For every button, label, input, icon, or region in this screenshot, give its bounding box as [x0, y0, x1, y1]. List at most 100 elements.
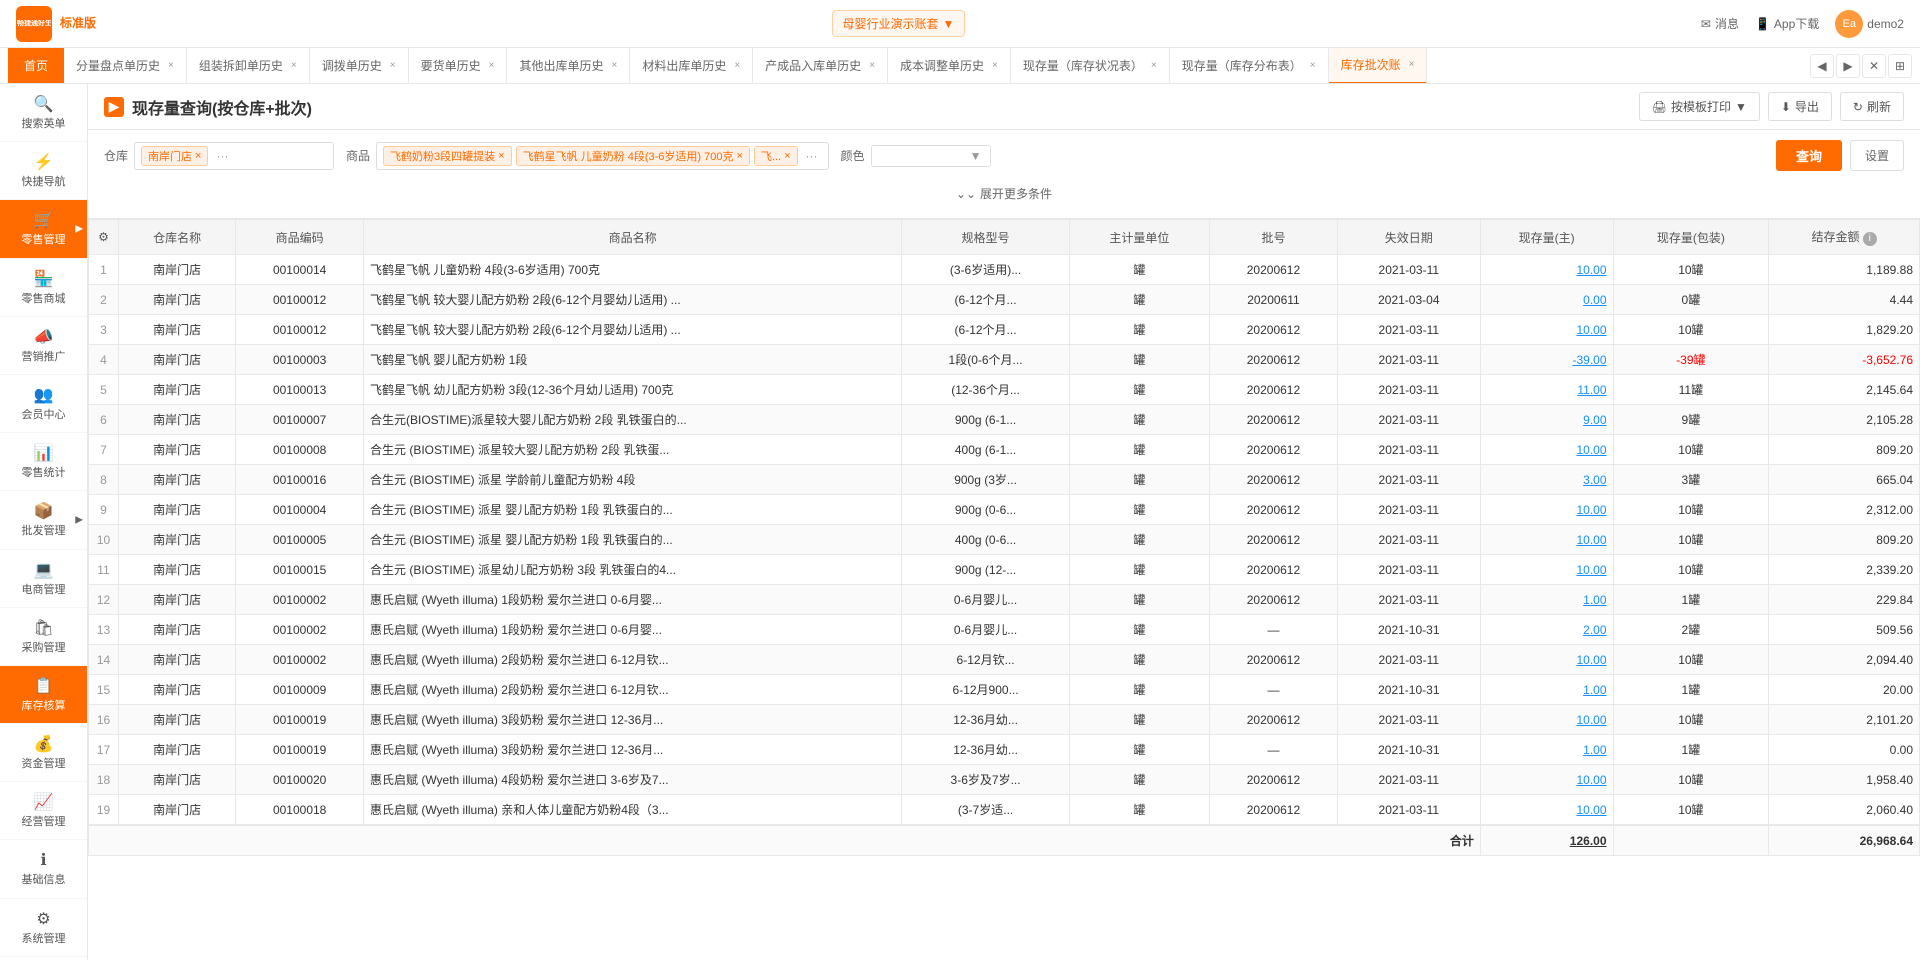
sidebar-item-search[interactable]: 🔍 搜索英单	[0, 84, 87, 142]
user-menu[interactable]: Ea demo2	[1835, 10, 1904, 38]
app-download-button[interactable]: 📱 App下载	[1755, 15, 1819, 32]
close-icon[interactable]: ×	[291, 60, 297, 71]
col-unit: 主计量单位	[1069, 220, 1209, 255]
sidebar-item-nav[interactable]: ⚡ 快捷导航	[0, 142, 87, 200]
tab-qitachu[interactable]: 其他出库单历史 ×	[507, 48, 630, 84]
cell-qty-main[interactable]: 1.00	[1480, 735, 1613, 765]
goods-tag-1[interactable]: 飞鹤奶粉3段四罐提装 ×	[383, 146, 512, 166]
tab-yaohuo[interactable]: 要货单历史 ×	[409, 48, 508, 84]
cell-qty-main[interactable]: 10.00	[1480, 435, 1613, 465]
close-icon[interactable]: ×	[1151, 60, 1157, 71]
warehouse-tag[interactable]: 南岸门店 ×	[141, 146, 208, 166]
color-select[interactable]: ▼	[871, 145, 991, 167]
tab-home[interactable]: 首页	[8, 48, 64, 84]
tab-prev-button[interactable]: ◀	[1810, 54, 1834, 78]
cell-qty-main[interactable]: 10.00	[1480, 765, 1613, 795]
tab-kucun[interactable]: 库存批次账 ×	[1329, 48, 1428, 84]
tab-more-button[interactable]: ⊞	[1888, 54, 1912, 78]
tab-xiancun1[interactable]: 现存量（库存状况表） ×	[1011, 48, 1170, 84]
cell-spec: 3-6岁及7岁...	[902, 765, 1069, 795]
sidebar-item-stats[interactable]: 📊 零售统计	[0, 433, 87, 491]
print-button[interactable]: 🖨 按模板打印 ▼	[1639, 92, 1760, 121]
goods-tag-3[interactable]: 飞... ×	[754, 146, 798, 166]
close-icon[interactable]: ×	[168, 60, 174, 71]
cell-amount: 1,958.40	[1769, 765, 1920, 795]
close-icon[interactable]: ×	[869, 60, 875, 71]
warehouse-more-dots[interactable]: ···	[212, 149, 232, 163]
tab-diaob[interactable]: 调拨单历史 ×	[310, 48, 409, 84]
close-icon[interactable]: ×	[489, 60, 495, 71]
cell-qty-main[interactable]: 10.00	[1480, 255, 1613, 285]
tab-xiancun2[interactable]: 现存量（库存分布表） ×	[1170, 48, 1329, 84]
cell-amount: 1,189.88	[1769, 255, 1920, 285]
cell-qty-main[interactable]: 0.00	[1480, 285, 1613, 315]
col-settings[interactable]: ⚙	[89, 220, 119, 255]
goods-more-dots[interactable]: ···	[802, 149, 822, 163]
amount-info-icon[interactable]: i	[1863, 232, 1877, 246]
goods-tag-2-remove[interactable]: ×	[736, 150, 742, 162]
cell-code: 00100002	[236, 615, 364, 645]
tab-fenliang[interactable]: 分量盘点单历史 ×	[64, 48, 187, 84]
cell-qty-main[interactable]: 10.00	[1480, 705, 1613, 735]
sidebar-item-inventory[interactable]: 📋 库存核算	[0, 666, 87, 724]
cell-qty-main[interactable]: 1.00	[1480, 585, 1613, 615]
cell-qty-main[interactable]: 11.00	[1480, 375, 1613, 405]
sidebar-item-purchase[interactable]: 🛍 采购管理	[0, 608, 87, 666]
sidebar-item-finance[interactable]: 💰 资金管理	[0, 724, 87, 782]
close-icon[interactable]: ×	[611, 60, 617, 71]
close-icon[interactable]: ×	[1409, 59, 1415, 70]
cell-qty-main[interactable]: 10.00	[1480, 555, 1613, 585]
sidebar-item-ecommerce[interactable]: 💻 电商管理	[0, 550, 87, 608]
close-icon[interactable]: ×	[734, 60, 740, 71]
close-icon[interactable]: ×	[390, 60, 396, 71]
cell-code: 00100012	[236, 285, 364, 315]
cell-batch: 20200612	[1210, 255, 1338, 285]
cell-expire: 2021-03-11	[1337, 795, 1480, 826]
sidebar-item-basic[interactable]: ℹ 基础信息	[0, 840, 87, 898]
query-button[interactable]: 查询	[1776, 140, 1842, 171]
sidebar-toggle-button[interactable]: ▶	[104, 97, 124, 117]
tab-close-button[interactable]: ✕	[1862, 54, 1886, 78]
cell-batch: 20200612	[1210, 345, 1338, 375]
goods-tag-1-remove[interactable]: ×	[498, 150, 504, 162]
sidebar-item-shop[interactable]: 🏪 零售商城	[0, 259, 87, 317]
warehouse-tag-remove[interactable]: ×	[195, 150, 201, 162]
export-button[interactable]: ⬇ 导出	[1768, 92, 1832, 121]
sidebar-item-wholesale[interactable]: 📦 批发管理 ▶	[0, 491, 87, 549]
tab-cailiao[interactable]: 材料出库单历史 ×	[630, 48, 753, 84]
cell-qty-main[interactable]: 3.00	[1480, 465, 1613, 495]
sidebar-item-operations[interactable]: 📈 经营管理	[0, 782, 87, 840]
sidebar-item-member[interactable]: 👥 会员中心	[0, 375, 87, 433]
goods-tag-area[interactable]: 飞鹤奶粉3段四罐提装 × 飞鹤星飞帆 儿童奶粉 4段(3-6岁适用) 700克 …	[376, 142, 828, 170]
cell-qty-main[interactable]: 10.00	[1480, 795, 1613, 826]
tab-chengben[interactable]: 成本调整单历史 ×	[888, 48, 1011, 84]
refresh-button[interactable]: ↻ 刷新	[1840, 92, 1904, 121]
cell-expire: 2021-03-11	[1337, 705, 1480, 735]
cell-qty-main[interactable]: 10.00	[1480, 645, 1613, 675]
close-icon[interactable]: ×	[992, 60, 998, 71]
sidebar-item-marketing[interactable]: 📣 营销推广	[0, 317, 87, 375]
tab-zuzhuang[interactable]: 组装拆卸单历史 ×	[187, 48, 310, 84]
warehouse-tag-area[interactable]: 南岸门店 × ···	[134, 142, 334, 170]
sidebar-item-retail-mgmt[interactable]: 🛒 零售管理 ▶	[0, 200, 87, 258]
goods-tag-2[interactable]: 飞鹤星飞帆 儿童奶粉 4段(3-6岁适用) 700克 ×	[516, 146, 750, 166]
tab-next-button[interactable]: ▶	[1836, 54, 1860, 78]
sidebar-item-system[interactable]: ⚙ 系统管理	[0, 899, 87, 957]
setting-button[interactable]: 设置	[1850, 140, 1904, 171]
cell-qty-main[interactable]: 2.00	[1480, 615, 1613, 645]
expand-more-conditions[interactable]: ⌄⌄ 展开更多条件	[104, 179, 1904, 208]
goods-tag-1-text: 飞鹤奶粉3段四罐提装	[390, 148, 495, 164]
tab-chancheng[interactable]: 产成品入库单历史 ×	[753, 48, 888, 84]
cell-qty-main[interactable]: 9.00	[1480, 405, 1613, 435]
cell-qty-main[interactable]: -39.00	[1480, 345, 1613, 375]
cell-qty-main[interactable]: 10.00	[1480, 525, 1613, 555]
close-icon[interactable]: ×	[1310, 60, 1316, 71]
table-row: 1 南岸门店 00100014 飞鹤星飞帆 儿童奶粉 4段(3-6岁适用) 70…	[89, 255, 1920, 285]
cell-qty-main[interactable]: 10.00	[1480, 495, 1613, 525]
workspace-dropdown[interactable]: 母婴行业演示账套 ▼	[832, 10, 966, 37]
messages-button[interactable]: ✉ 消息	[1701, 15, 1739, 32]
cell-qty-main[interactable]: 10.00	[1480, 315, 1613, 345]
cell-qty-main[interactable]: 1.00	[1480, 675, 1613, 705]
goods-tag-3-remove[interactable]: ×	[784, 150, 790, 162]
workspace-selector[interactable]: 母婴行业演示账套 ▼	[832, 10, 966, 37]
